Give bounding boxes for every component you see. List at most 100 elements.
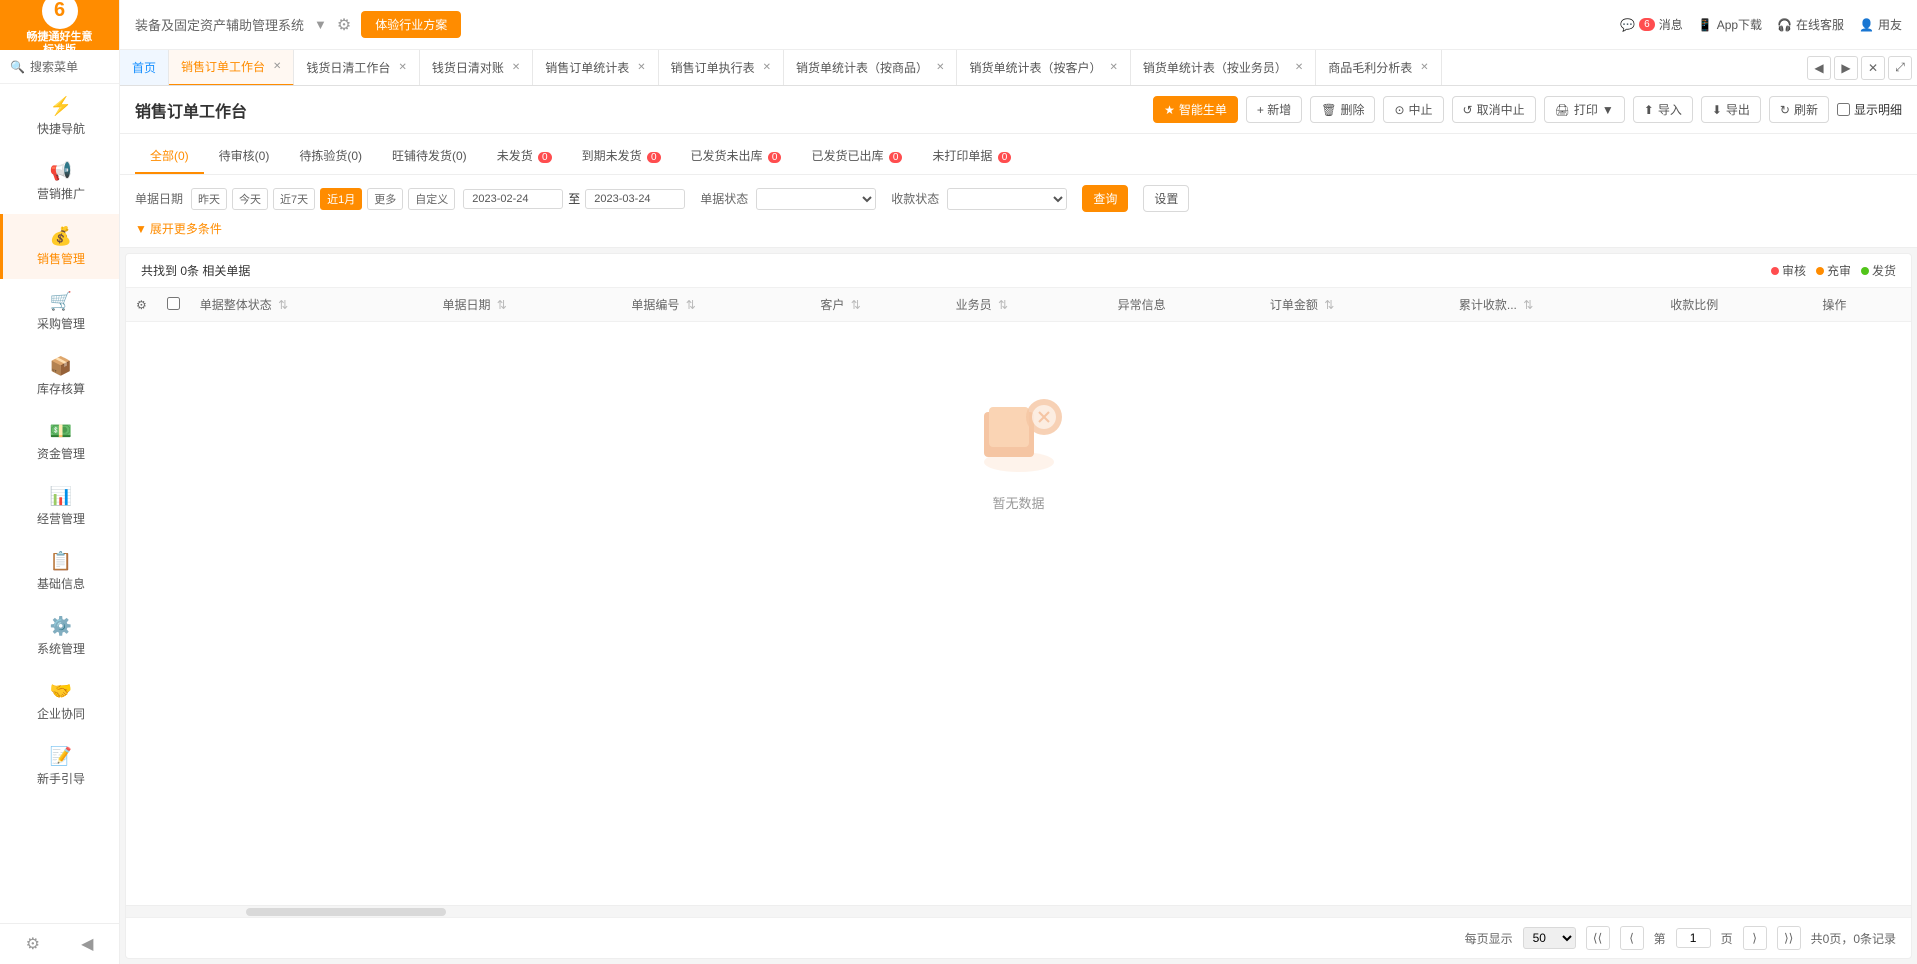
page-first-btn[interactable]: ⟨⟨ bbox=[1586, 926, 1610, 950]
tab-scroll-left[interactable]: ◀ bbox=[1807, 56, 1831, 80]
filter-tab-wangpu[interactable]: 旺铺待发货(0) bbox=[377, 139, 482, 174]
tab-summary-product[interactable]: 销货单统计表（按商品） ✕ bbox=[784, 50, 957, 86]
quick-date-yesterday[interactable]: 昨天 bbox=[191, 188, 227, 210]
status-sort-icon[interactable]: ⇅ bbox=[278, 298, 288, 312]
status-select[interactable] bbox=[756, 188, 876, 210]
staff-sort-icon[interactable]: ⇅ bbox=[998, 298, 1008, 312]
tab-maximize[interactable]: ⤢ bbox=[1888, 56, 1912, 80]
sidebar-nav-item-sales[interactable]: 💰 销售管理 bbox=[0, 214, 119, 279]
show-detail-checkbox[interactable] bbox=[1837, 103, 1850, 116]
tab-gross-profit-close[interactable]: ✕ bbox=[1420, 62, 1428, 73]
sidebar-nav-item-inventory[interactable]: 📦 库存核算 bbox=[0, 344, 119, 409]
number-sort-icon[interactable]: ⇅ bbox=[686, 298, 696, 312]
sidebar-nav-item-system[interactable]: ⚙️ 系统管理 bbox=[0, 604, 119, 669]
column-settings-icon[interactable]: ⚙ bbox=[136, 298, 147, 312]
app-download-btn[interactable]: 📱 App下载 bbox=[1698, 16, 1762, 33]
tab-cash-daily[interactable]: 钱货日清工作台 ✕ bbox=[294, 50, 419, 86]
table-scroll[interactable]: ⚙ 单据整体状态 ⇅ 单据日期 ⇅ bbox=[126, 288, 1911, 905]
tab-summary-customer-close[interactable]: ✕ bbox=[1109, 62, 1117, 73]
empty-illustration bbox=[959, 382, 1079, 493]
tab-scroll-right[interactable]: ▶ bbox=[1834, 56, 1858, 80]
tab-gross-profit[interactable]: 商品毛利分析表 ✕ bbox=[1316, 50, 1441, 86]
sidebar-nav-item-operations[interactable]: 📊 经营管理 bbox=[0, 474, 119, 539]
gear-settings-icon[interactable]: ⚙ bbox=[337, 15, 351, 35]
filter-tab-shipped-out[interactable]: 已发货已出库 0 bbox=[796, 139, 917, 174]
tab-sales-stats-close[interactable]: ✕ bbox=[637, 62, 645, 73]
sidebar-nav-item-marketing[interactable]: 📢 营销推广 bbox=[0, 149, 119, 214]
filter-tab-not-shipped-badge: 0 bbox=[538, 152, 552, 163]
sidebar-nav-item-finance[interactable]: 💵 资金管理 bbox=[0, 409, 119, 474]
tab-cash-daily-close[interactable]: ✕ bbox=[398, 62, 406, 73]
tab-summary-staff[interactable]: 销货单统计表（按业务员） ✕ bbox=[1131, 50, 1316, 86]
page-next-btn[interactable]: ⟩ bbox=[1743, 926, 1767, 950]
sidebar-nav-item-guide[interactable]: 📝 新手引导 bbox=[0, 734, 119, 799]
review-action-btn[interactable]: 审核 bbox=[1771, 262, 1806, 279]
filter-tab-all[interactable]: 全部(0) bbox=[135, 139, 204, 174]
payment-select[interactable] bbox=[947, 188, 1067, 210]
page-size-select[interactable]: 50 10 20 100 bbox=[1523, 927, 1576, 949]
quick-date-today[interactable]: 今天 bbox=[232, 188, 268, 210]
print-btn[interactable]: 🖨 打印 ▼ bbox=[1544, 96, 1625, 123]
settings-icon[interactable]: ⚙ bbox=[26, 934, 40, 954]
sidebar-nav-item-quick[interactable]: ⚡ 快捷导航 bbox=[0, 84, 119, 149]
sidebar-nav-item-purchase[interactable]: 🛒 采购管理 bbox=[0, 279, 119, 344]
tab-sales-workbench-close[interactable]: ✕ bbox=[273, 61, 281, 72]
filter-tab-not-printed[interactable]: 未打印单据 0 bbox=[917, 139, 1026, 174]
filter-tab-not-shipped[interactable]: 未发货 0 bbox=[482, 139, 567, 174]
page-last-btn[interactable]: ⟩⟩ bbox=[1777, 926, 1801, 950]
online-service-btn[interactable]: 🎧 在线客服 bbox=[1777, 16, 1844, 33]
amount-sort-icon[interactable]: ⇅ bbox=[1324, 298, 1334, 312]
date-to-input[interactable] bbox=[585, 189, 685, 209]
ship-action-btn[interactable]: 发货 bbox=[1861, 262, 1896, 279]
customer-sort-icon[interactable]: ⇅ bbox=[851, 298, 861, 312]
refresh-btn[interactable]: ↻ 刷新 bbox=[1769, 96, 1829, 123]
tab-summary-product-close[interactable]: ✕ bbox=[936, 62, 944, 73]
solution-btn[interactable]: 体验行业方案 bbox=[361, 11, 461, 38]
stop-btn[interactable]: ⊙ 中止 bbox=[1383, 96, 1443, 123]
tab-close-all[interactable]: ✕ bbox=[1861, 56, 1885, 80]
sidebar-nav-item-enterprise[interactable]: 🤝 企业协同 bbox=[0, 669, 119, 734]
tab-sales-stats[interactable]: 销售订单统计表 ✕ bbox=[533, 50, 658, 86]
filter-tab-pending-inspect[interactable]: 待拣验货(0) bbox=[284, 139, 377, 174]
expand-btn[interactable]: ▼ 展开更多条件 bbox=[135, 220, 1902, 237]
import-btn[interactable]: ⬆ 导入 bbox=[1633, 96, 1693, 123]
page-number-input[interactable] bbox=[1676, 928, 1711, 948]
user-btn[interactable]: 👤 用友 bbox=[1859, 16, 1902, 33]
sidebar-nav-item-basics[interactable]: 📋 基础信息 bbox=[0, 539, 119, 604]
search-menu-btn[interactable]: 🔍 搜索菜单 bbox=[0, 50, 119, 84]
tab-sales-exec[interactable]: 销售订单执行表 ✕ bbox=[659, 50, 784, 86]
cancel-review-action-btn[interactable]: 充审 bbox=[1816, 262, 1851, 279]
tab-summary-staff-close[interactable]: ✕ bbox=[1295, 62, 1303, 73]
dropdown-icon[interactable]: ▼ bbox=[314, 17, 327, 32]
select-all-checkbox[interactable] bbox=[167, 297, 180, 310]
filter-tab-shipped-not-out[interactable]: 已发货未出库 0 bbox=[676, 139, 797, 174]
quick-date-1month[interactable]: 近1月 bbox=[320, 188, 362, 210]
tab-summary-customer[interactable]: 销货单统计表（按客户） ✕ bbox=[957, 50, 1130, 86]
smart-create-btn[interactable]: ★ 智能生单 bbox=[1153, 96, 1238, 123]
tab-home[interactable]: 首页 bbox=[120, 50, 169, 86]
messages-btn[interactable]: 💬 6 消息 bbox=[1620, 16, 1683, 33]
star-icon: ★ bbox=[1164, 103, 1175, 117]
cancel-stop-btn[interactable]: ↺ 取消中止 bbox=[1452, 96, 1536, 123]
page-prev-btn[interactable]: ⟨ bbox=[1620, 926, 1644, 950]
collapse-icon[interactable]: ◀ bbox=[81, 934, 93, 954]
show-detail-checkbox-label[interactable]: 显示明细 bbox=[1837, 101, 1902, 118]
date-sort-icon[interactable]: ⇅ bbox=[497, 298, 507, 312]
filter-tab-pending-review[interactable]: 待审核(0) bbox=[204, 139, 285, 174]
settings-btn[interactable]: 设置 bbox=[1143, 185, 1189, 212]
date-from-input[interactable] bbox=[463, 189, 563, 209]
tab-sales-workbench[interactable]: 销售订单工作台 ✕ bbox=[169, 50, 294, 86]
delete-btn[interactable]: 🗑 删除 bbox=[1310, 96, 1375, 123]
tab-cash-reconcile[interactable]: 钱货日清对账 ✕ bbox=[420, 50, 533, 86]
export-btn[interactable]: ⬇ 导出 bbox=[1701, 96, 1761, 123]
collected-sort-icon[interactable]: ⇅ bbox=[1523, 298, 1533, 312]
quick-date-more[interactable]: 更多 bbox=[367, 188, 403, 210]
query-btn[interactable]: 查询 bbox=[1082, 185, 1128, 212]
tab-sales-exec-close[interactable]: ✕ bbox=[763, 62, 771, 73]
quick-date-7days[interactable]: 近7天 bbox=[273, 188, 315, 210]
horizontal-scrollbar[interactable] bbox=[126, 905, 1911, 917]
quick-date-custom[interactable]: 自定义 bbox=[408, 188, 455, 210]
add-btn[interactable]: + 新增 bbox=[1246, 96, 1302, 123]
filter-tab-expired[interactable]: 到期未发货 0 bbox=[567, 139, 676, 174]
tab-cash-reconcile-close[interactable]: ✕ bbox=[512, 62, 520, 73]
